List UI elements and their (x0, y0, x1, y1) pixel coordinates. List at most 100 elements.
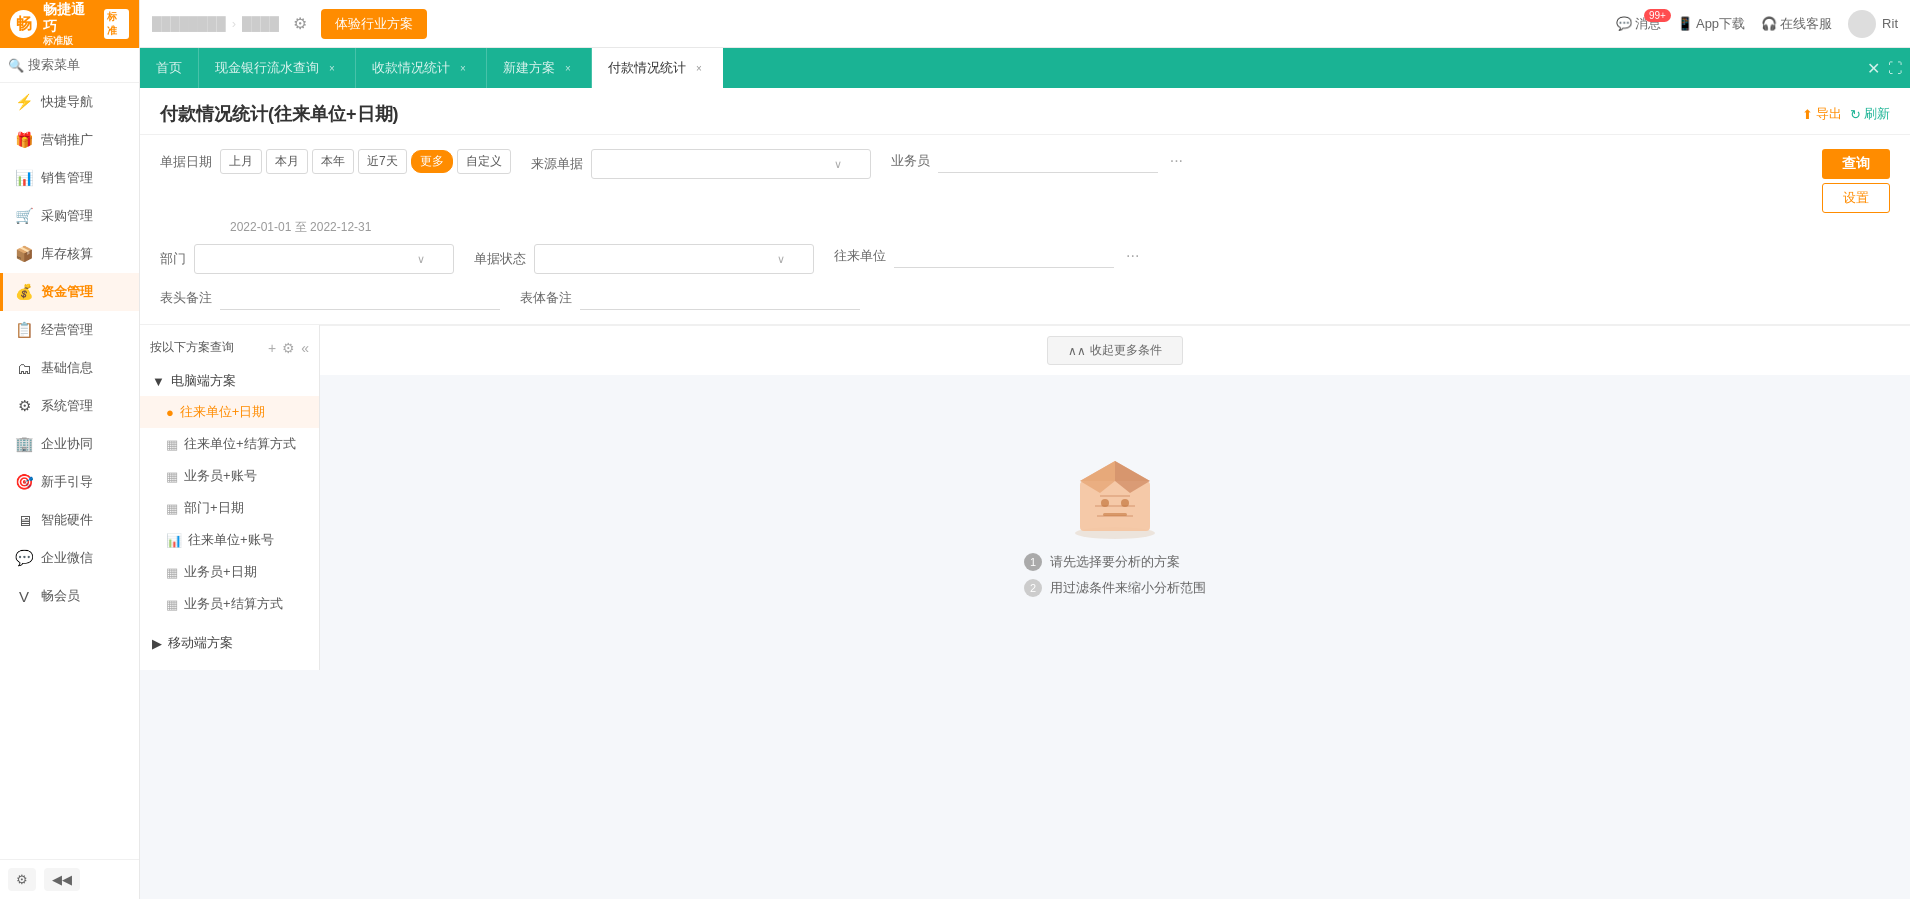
partner-dots-button[interactable]: ··· (1126, 247, 1139, 265)
collapse-panel-button[interactable]: « (301, 340, 309, 356)
system-icon: ⚙ (15, 397, 33, 415)
scheme-item-sales-account[interactable]: ▦ 业务员+账号 (140, 460, 319, 492)
sidebar-item-inventory[interactable]: 📦 库存核算 (0, 235, 139, 273)
scheme-item-partner-settle[interactable]: ▦ 往来单位+结算方式 (140, 428, 319, 460)
step-1-text: 请先选择要分析的方案 (1050, 553, 1180, 571)
pc-group-header[interactable]: ▼ 电脑端方案 (140, 366, 319, 396)
tabbar: 首页 现金银行流水查询 × 收款情况统计 × 新建方案 × 付款情况统计 × ✕… (140, 48, 1910, 88)
sidebar-item-member[interactable]: V 畅会员 (0, 577, 139, 615)
date-this-month[interactable]: 本月 (266, 149, 308, 174)
tab-bank-flow-close[interactable]: × (325, 61, 339, 75)
salesperson-input[interactable] (938, 149, 1158, 173)
sidebar-item-enterprise[interactable]: 🏢 企业协同 (0, 425, 139, 463)
add-scheme-button[interactable]: + (268, 340, 276, 356)
source-label: 来源单据 (531, 155, 583, 173)
date-custom[interactable]: 自定义 (457, 149, 511, 174)
tab-collection-stat[interactable]: 收款情况统计 × (356, 48, 487, 88)
content-wrapper: 按以下方案查询 + ⚙ « ▼ 电脑端方案 ● 往来单位+日期 (140, 325, 1910, 670)
collapse-more-button[interactable]: ∧∧ 收起更多条件 (1047, 336, 1183, 365)
tab-home[interactable]: 首页 (140, 48, 199, 88)
right-actions: 查询 设置 (1822, 149, 1890, 213)
user-area: Rit (1848, 10, 1898, 38)
step-2-text: 用过滤条件来缩小分析范围 (1050, 579, 1206, 597)
scheme-item-dept-date[interactable]: ▦ 部门+日期 (140, 492, 319, 524)
refresh-button[interactable]: ↻ 刷新 (1850, 105, 1890, 123)
date-last-month[interactable]: 上月 (220, 149, 262, 174)
username[interactable]: Rit (1882, 16, 1898, 31)
date-last-7-days[interactable]: 近7天 (358, 149, 407, 174)
message-button[interactable]: 💬 消息 99+ (1616, 15, 1661, 33)
tab-new-scheme-close[interactable]: × (561, 61, 575, 75)
sidebar-item-marketing[interactable]: 🎁 营销推广 (0, 121, 139, 159)
operation-icon: 📋 (15, 321, 33, 339)
dept-select[interactable]: ∨ (194, 244, 454, 274)
sidebar-item-finance[interactable]: 💰 资金管理 (0, 273, 139, 311)
partner-input[interactable] (894, 244, 1114, 268)
tab-bank-flow[interactable]: 现金银行流水查询 × (199, 48, 356, 88)
sidebar-header: 畅 畅捷通巧 标准版 标准 (0, 0, 139, 48)
sidebar-item-hardware[interactable]: 🖥 智能硬件 (0, 501, 139, 539)
tabbar-close-all-button[interactable]: ✕ (1867, 59, 1880, 78)
sidebar-item-guide[interactable]: 🎯 新手引导 (0, 463, 139, 501)
online-service-button[interactable]: 🎧 在线客服 (1761, 15, 1832, 33)
body-note-input[interactable] (580, 286, 860, 310)
sidebar-item-label: 新手引导 (41, 473, 93, 491)
header-note-input[interactable] (220, 286, 500, 310)
mobile-group-header[interactable]: ▶ 移动端方案 (140, 628, 319, 658)
empty-state: 1 请先选择要分析的方案 2 用过滤条件来缩小分析范围 (320, 375, 1910, 670)
scheme-item-partner-account[interactable]: 📊 往来单位+账号 (140, 524, 319, 556)
tab-new-scheme[interactable]: 新建方案 × (487, 48, 592, 88)
tab-payment-stat-label: 付款情况统计 (608, 59, 686, 77)
scheme-item-sales-date[interactable]: ▦ 业务员+日期 (140, 556, 319, 588)
topbar-settings-icon[interactable]: ⚙ (293, 14, 307, 33)
page-content: 付款情况统计(往来单位+日期) ⬆ 导出 ↻ 刷新 单据日期 上月 (140, 88, 1910, 899)
breadcrumb: ████████ › ████ (152, 16, 279, 31)
tabbar-expand-button[interactable]: ⛶ (1888, 60, 1902, 76)
svg-point-8 (1101, 499, 1109, 507)
scheme-item-label: 往来单位+账号 (188, 531, 274, 549)
scheme-item-sales-settle[interactable]: ▦ 业务员+结算方式 (140, 588, 319, 620)
sidebar-collapse-button[interactable]: ◀◀ (44, 868, 80, 891)
date-more[interactable]: 更多 (411, 150, 453, 173)
app-sub: 标准版 (43, 35, 97, 47)
sidebar-item-sales[interactable]: 📊 销售管理 (0, 159, 139, 197)
sidebar-item-label: 智能硬件 (41, 511, 93, 529)
sidebar-item-wechat[interactable]: 💬 企业微信 (0, 539, 139, 577)
partner-label: 往来单位 (834, 247, 886, 265)
message-icon: 💬 (1616, 16, 1632, 31)
scheme-icon: ▦ (166, 469, 178, 484)
app-download-button[interactable]: 📱 App下载 (1677, 15, 1745, 33)
empty-illustration (1055, 441, 1175, 541)
scheme-item-label: 业务员+账号 (184, 467, 257, 485)
search-menu-label: 搜索菜单 (28, 56, 80, 74)
filter-settings-button[interactable]: 设置 (1822, 183, 1890, 213)
tab-payment-stat-close[interactable]: × (692, 61, 706, 75)
sidebar-item-label: 快捷导航 (41, 93, 93, 111)
date-this-year[interactable]: 本年 (312, 149, 354, 174)
enterprise-icon: 🏢 (15, 435, 33, 453)
search-menu[interactable]: 🔍 搜索菜单 (0, 48, 139, 83)
salesperson-dots-button[interactable]: ··· (1170, 152, 1183, 170)
sidebar-item-purchase[interactable]: 🛒 采购管理 (0, 197, 139, 235)
sidebar-item-system[interactable]: ⚙ 系统管理 (0, 387, 139, 425)
scheme-settings-button[interactable]: ⚙ (282, 340, 295, 356)
scheme-item-partner-date[interactable]: ● 往来单位+日期 (140, 396, 319, 428)
export-label: 导出 (1816, 105, 1842, 123)
sidebar-item-basic-info[interactable]: 🗂 基础信息 (0, 349, 139, 387)
query-scheme-label: 按以下方案查询 (150, 339, 234, 356)
source-select[interactable]: ∨ (591, 149, 871, 179)
sidebar-item-quick-nav[interactable]: ⚡ 快捷导航 (0, 83, 139, 121)
tab-payment-stat[interactable]: 付款情况统计 × (592, 48, 723, 88)
tab-collection-stat-close[interactable]: × (456, 61, 470, 75)
scheme-item-label: 往来单位+结算方式 (184, 435, 296, 453)
empty-step-2: 2 用过滤条件来缩小分析范围 (1024, 579, 1206, 597)
query-button[interactable]: 查询 (1822, 149, 1890, 179)
header-note-filter-group: 表头备注 (160, 286, 500, 310)
trial-button[interactable]: 体验行业方案 (321, 9, 427, 39)
step-2-number: 2 (1024, 579, 1042, 597)
refresh-icon: ↻ (1850, 107, 1861, 122)
sidebar-item-operation[interactable]: 📋 经营管理 (0, 311, 139, 349)
export-button[interactable]: ⬆ 导出 (1802, 105, 1842, 123)
voucher-status-select[interactable]: ∨ (534, 244, 814, 274)
sidebar-settings-button[interactable]: ⚙ (8, 868, 36, 891)
